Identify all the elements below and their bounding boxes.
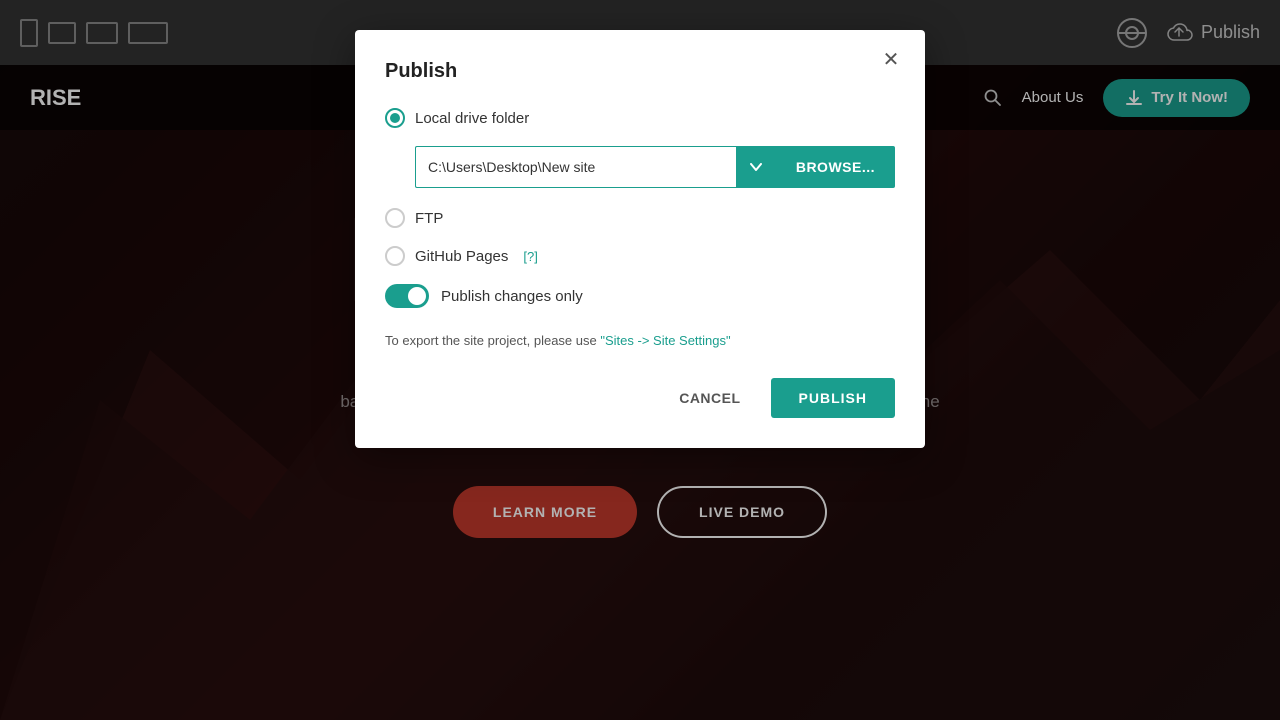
export-note-text: To export the site project, please use xyxy=(385,333,600,348)
local-drive-label: Local drive folder xyxy=(415,110,529,127)
github-help-link[interactable]: [?] xyxy=(523,249,537,264)
publish-modal-button[interactable]: PUBLISH xyxy=(771,378,895,418)
publish-changes-toggle[interactable] xyxy=(385,284,429,308)
github-label: GitHub Pages xyxy=(415,248,508,265)
modal-close-button[interactable]: ✕ xyxy=(877,45,905,73)
toggle-knob xyxy=(408,287,426,305)
local-drive-radio[interactable] xyxy=(385,108,405,128)
github-option[interactable]: GitHub Pages [?] xyxy=(385,246,895,266)
chevron-down-icon xyxy=(750,163,762,171)
toggle-label: Publish changes only xyxy=(441,288,583,305)
cancel-button[interactable]: CANCEL xyxy=(664,380,755,416)
publish-modal: ✕ Publish Local drive folder BROWSE... F… xyxy=(355,30,925,448)
modal-title: Publish xyxy=(385,60,895,83)
radio-inner-selected xyxy=(390,113,400,123)
ftp-label: FTP xyxy=(415,210,443,227)
modal-overlay: ✕ Publish Local drive folder BROWSE... F… xyxy=(0,0,1280,720)
path-row: BROWSE... xyxy=(415,146,895,188)
local-drive-option[interactable]: Local drive folder xyxy=(385,108,895,128)
export-link[interactable]: "Sites -> Site Settings" xyxy=(600,333,730,348)
path-dropdown-button[interactable] xyxy=(736,146,776,188)
browse-button[interactable]: BROWSE... xyxy=(776,146,895,188)
modal-footer: CANCEL PUBLISH xyxy=(385,378,895,418)
ftp-radio[interactable] xyxy=(385,208,405,228)
export-note: To export the site project, please use "… xyxy=(385,333,895,348)
path-input[interactable] xyxy=(415,146,736,188)
github-radio[interactable] xyxy=(385,246,405,266)
ftp-option[interactable]: FTP xyxy=(385,208,895,228)
toggle-row: Publish changes only xyxy=(385,284,895,308)
